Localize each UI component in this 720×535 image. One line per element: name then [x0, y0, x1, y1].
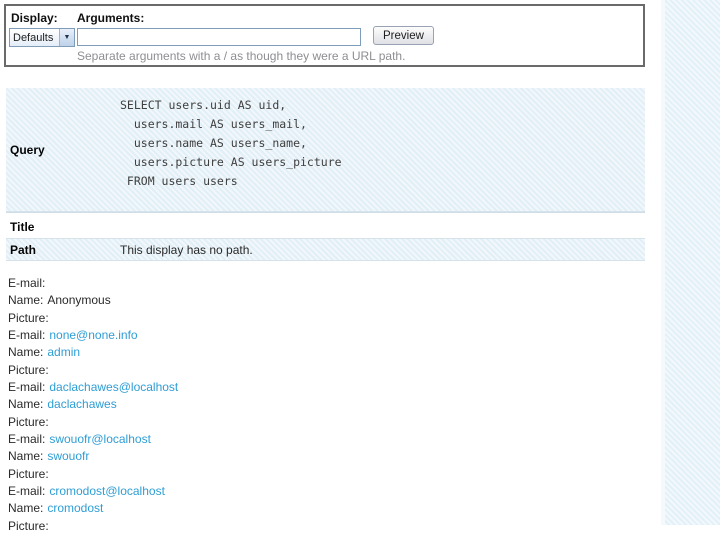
result-name-line: Name: admin [8, 344, 653, 361]
user-name-link[interactable]: admin [47, 345, 80, 359]
result-picture-line: Picture: [8, 310, 653, 327]
email-field-label: E-mail: [8, 431, 46, 446]
query-label: Query [10, 142, 45, 157]
display-select-value: Defaults [13, 31, 54, 44]
picture-field-label: Picture: [8, 362, 49, 377]
picture-field-label: Picture: [8, 310, 49, 325]
title-label: Title [10, 220, 35, 234]
result-picture-line: Picture: [8, 414, 653, 431]
email-field-label: E-mail: [8, 327, 46, 342]
result-email-line: E-mail: none@none.info [8, 327, 653, 344]
user-email-link[interactable]: daclachawes@localhost [49, 380, 178, 394]
result-email-line: E-mail: daclachawes@localhost [8, 379, 653, 396]
user-email-link[interactable]: none@none.info [49, 328, 137, 342]
chevron-down-icon[interactable]: ▼ [59, 29, 74, 46]
preview-results: E-mail: Name: Anonymous Picture: E-mail: none… [8, 275, 653, 535]
page-background [661, 0, 720, 525]
result-email-line: E-mail: cromodost@localhost [8, 483, 653, 500]
user-name-link[interactable]: cromodost [47, 501, 103, 515]
picture-field-label: Picture: [8, 518, 49, 533]
result-name-line: Name: cromodost [8, 500, 653, 517]
result-name-line: Name: daclachawes [8, 396, 653, 413]
user-name-link[interactable]: daclachawes [47, 397, 116, 411]
email-field-label: E-mail: [8, 483, 46, 498]
arguments-input[interactable] [77, 28, 361, 46]
preview-button[interactable]: Preview [373, 26, 434, 45]
result-name-line: Name: Anonymous [8, 292, 653, 309]
title-row: Title [6, 212, 645, 239]
result-picture-line: Picture: [8, 518, 653, 535]
path-row: Path This display has no path. [6, 239, 645, 261]
path-value: This display has no path. [120, 242, 253, 257]
picture-field-label: Picture: [8, 414, 49, 429]
preview-form-box: Display: Arguments: Defaults ▼ Preview S… [4, 4, 645, 67]
name-field-label: Name: [8, 449, 44, 464]
name-field-label: Name: [8, 345, 44, 360]
result-email-line: E-mail: swouofr@localhost [8, 431, 653, 448]
name-field-label: Name: [8, 293, 44, 308]
result-picture-line: Picture: [8, 466, 653, 483]
path-label: Path [10, 242, 37, 257]
name-field-label: Name: [8, 501, 44, 516]
display-select[interactable]: Defaults ▼ [9, 28, 75, 47]
email-field-label: E-mail: [8, 276, 46, 290]
view-summary-table: Query SELECT users.uid AS uid, users.mai… [6, 88, 645, 261]
arguments-label: Arguments: [77, 11, 145, 25]
picture-field-label: Picture: [8, 466, 49, 481]
name-field-label: Name: [8, 397, 44, 412]
user-name-link[interactable]: swouofr [47, 449, 89, 463]
query-row: Query SELECT users.uid AS uid, users.mai… [6, 88, 645, 212]
email-field-label: E-mail: [8, 379, 46, 394]
display-label: Display: [11, 11, 58, 25]
result-email-line: E-mail: [8, 275, 653, 292]
result-picture-line: Picture: [8, 362, 653, 379]
arguments-help-text: Separate arguments with a / as though th… [77, 49, 406, 63]
result-name-line: Name: swouofr [8, 448, 653, 465]
user-email-link[interactable]: swouofr@localhost [49, 432, 151, 446]
query-sql: SELECT users.uid AS uid, users.mail AS u… [120, 98, 342, 188]
user-email-link[interactable]: cromodost@localhost [49, 484, 165, 498]
user-name-value: Anonymous [47, 293, 111, 308]
